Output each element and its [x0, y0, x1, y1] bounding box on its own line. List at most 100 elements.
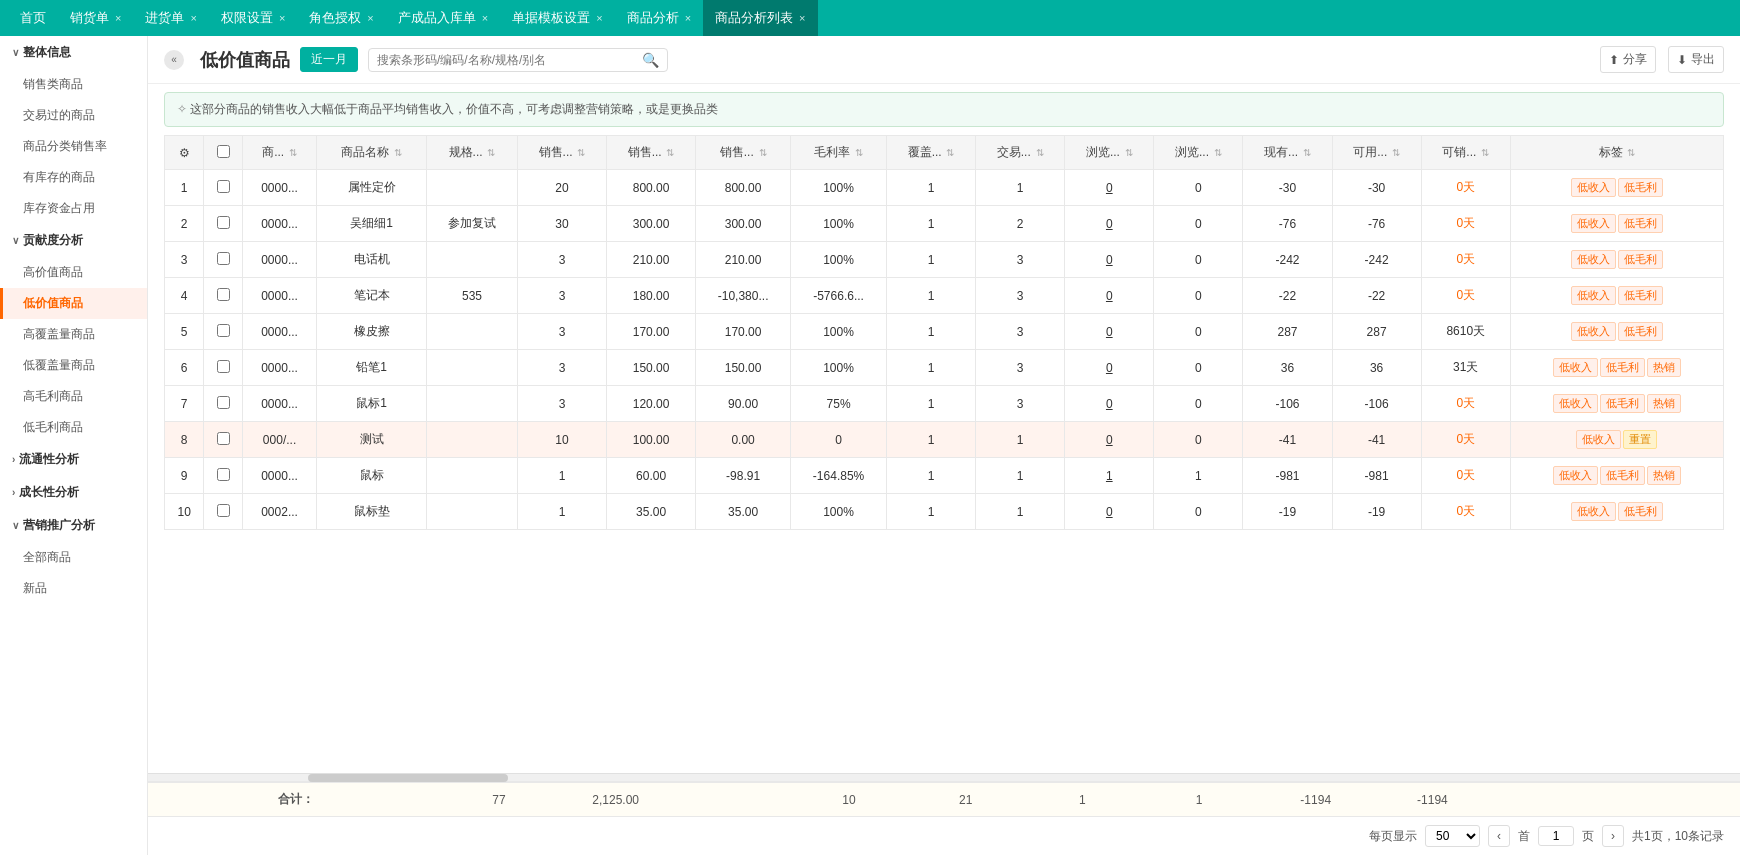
cell-view1[interactable]: 0	[1065, 386, 1154, 422]
cell-view1[interactable]: 0	[1065, 314, 1154, 350]
current-page-input[interactable]	[1538, 826, 1574, 846]
col-header-sale_qty[interactable]: 销售... ⇅	[517, 136, 606, 170]
scrollbar-thumb[interactable]	[308, 774, 508, 782]
cell-view1[interactable]: 0	[1065, 422, 1154, 458]
cell-view1[interactable]: 0	[1065, 494, 1154, 530]
view1-link[interactable]: 0	[1106, 361, 1113, 375]
nav-close-icon[interactable]: ×	[482, 12, 488, 24]
row-checkbox[interactable]	[217, 288, 230, 301]
sort-icon-trade[interactable]: ⇅	[1033, 147, 1044, 158]
row-checkbox[interactable]	[217, 216, 230, 229]
col-header-sale_price[interactable]: 销售... ⇅	[607, 136, 696, 170]
row-checkbox[interactable]	[217, 360, 230, 373]
gear-icon[interactable]: ⚙	[179, 146, 190, 160]
nav-item-商品分析列表[interactable]: 商品分析列表×	[703, 0, 817, 36]
sort-icon-avail[interactable]: ⇅	[1389, 147, 1400, 158]
col-header-name[interactable]: 商品名称 ⇅	[317, 136, 427, 170]
view1-link[interactable]: 0	[1106, 253, 1113, 267]
nav-close-icon[interactable]: ×	[115, 12, 121, 24]
col-header-view2[interactable]: 浏览... ⇅	[1154, 136, 1243, 170]
sidebar-group-0[interactable]: ∨ 整体信息	[0, 36, 147, 69]
sort-icon-stock[interactable]: ⇅	[1300, 147, 1311, 158]
cell-view1[interactable]: 0	[1065, 242, 1154, 278]
export-button[interactable]: ⬇ 导出	[1668, 46, 1724, 73]
view1-link[interactable]: 0	[1106, 433, 1113, 447]
col-header-spec[interactable]: 规格... ⇅	[427, 136, 518, 170]
row-checkbox[interactable]	[217, 504, 230, 517]
row-checkbox[interactable]	[217, 252, 230, 265]
nav-item-角色授权[interactable]: 角色授权×	[297, 0, 385, 36]
nav-item-权限设置[interactable]: 权限设置×	[209, 0, 297, 36]
nav-item-销货单[interactable]: 销货单×	[58, 0, 133, 36]
sidebar-item-2-g0[interactable]: 商品分类销售率	[0, 131, 147, 162]
cell-view1[interactable]: 0	[1065, 206, 1154, 242]
next-page-btn[interactable]: ›	[1602, 825, 1624, 847]
per-page-select[interactable]: 50 20 100	[1425, 825, 1480, 847]
sort-icon-name[interactable]: ⇅	[391, 147, 402, 158]
nav-close-icon[interactable]: ×	[799, 12, 805, 24]
sidebar-item-1-g4[interactable]: 新品	[0, 573, 147, 604]
col-header-code[interactable]: 商... ⇅	[243, 136, 317, 170]
sidebar-item-0-g0[interactable]: 销售类商品	[0, 69, 147, 100]
nav-item-商品分析[interactable]: 商品分析×	[615, 0, 703, 36]
sort-icon-margin[interactable]: ⇅	[852, 147, 863, 158]
sidebar-group-3[interactable]: › 成长性分析	[0, 476, 147, 509]
sort-icon-sale_price[interactable]: ⇅	[664, 147, 675, 158]
cell-check[interactable]	[204, 206, 243, 242]
sort-icon-saleable[interactable]: ⇅	[1478, 147, 1489, 158]
sidebar-item-3-g0[interactable]: 有库存的商品	[0, 162, 147, 193]
col-header-margin[interactable]: 毛利率 ⇅	[791, 136, 887, 170]
sort-icon-code[interactable]: ⇅	[286, 147, 297, 158]
nav-item-进货单[interactable]: 进货单×	[133, 0, 208, 36]
col-header-coverage[interactable]: 覆盖... ⇅	[887, 136, 976, 170]
sidebar-item-5-g1[interactable]: 低毛利商品	[0, 412, 147, 443]
cell-view1[interactable]: 0	[1065, 350, 1154, 386]
nav-close-icon[interactable]: ×	[279, 12, 285, 24]
col-header-tags[interactable]: 标签 ⇅	[1510, 136, 1723, 170]
view1-link[interactable]: 0	[1106, 217, 1113, 231]
nav-close-icon[interactable]: ×	[596, 12, 602, 24]
share-button[interactable]: ⬆ 分享	[1600, 46, 1656, 73]
col-header-avail[interactable]: 可用... ⇅	[1332, 136, 1421, 170]
sidebar-item-3-g1[interactable]: 低覆盖量商品	[0, 350, 147, 381]
search-icon[interactable]: 🔍	[642, 52, 659, 68]
sort-icon-coverage[interactable]: ⇅	[944, 147, 955, 158]
sidebar-collapse-btn[interactable]: «	[164, 50, 184, 70]
cell-view1[interactable]: 1	[1065, 458, 1154, 494]
view1-link[interactable]: 0	[1106, 181, 1113, 195]
sidebar-item-4-g0[interactable]: 库存资金占用	[0, 193, 147, 224]
row-checkbox[interactable]	[217, 180, 230, 193]
cell-check[interactable]	[204, 170, 243, 206]
sidebar-item-4-g1[interactable]: 高毛利商品	[0, 381, 147, 412]
col-header-stock[interactable]: 现有... ⇅	[1243, 136, 1332, 170]
cell-check[interactable]	[204, 314, 243, 350]
nav-item-产成品入库单[interactable]: 产成品入库单×	[386, 0, 500, 36]
sort-icon-sale_amount[interactable]: ⇅	[756, 147, 767, 158]
cell-check[interactable]	[204, 278, 243, 314]
cell-view1[interactable]: 0	[1065, 170, 1154, 206]
row-checkbox[interactable]	[217, 324, 230, 337]
view1-link[interactable]: 0	[1106, 289, 1113, 303]
sidebar-group-1[interactable]: ∨ 贡献度分析	[0, 224, 147, 257]
col-header-trade[interactable]: 交易... ⇅	[976, 136, 1065, 170]
col-header-saleable[interactable]: 可销... ⇅	[1421, 136, 1510, 170]
sidebar-item-0-g1[interactable]: 高价值商品	[0, 257, 147, 288]
sidebar-item-1-g0[interactable]: 交易过的商品	[0, 100, 147, 131]
row-checkbox[interactable]	[217, 468, 230, 481]
cell-check[interactable]	[204, 386, 243, 422]
sidebar-group-2[interactable]: › 流通性分析	[0, 443, 147, 476]
sort-icon-sale_qty[interactable]: ⇅	[575, 147, 586, 158]
cell-check[interactable]	[204, 494, 243, 530]
nav-item-首页[interactable]: 首页	[8, 0, 58, 36]
sidebar-item-1-g1[interactable]: 低价值商品	[0, 288, 147, 319]
sort-icon-view2[interactable]: ⇅	[1211, 147, 1222, 158]
sort-icon-view1[interactable]: ⇅	[1122, 147, 1133, 158]
select-all-checkbox[interactable]	[217, 145, 230, 158]
cell-view1[interactable]: 0	[1065, 278, 1154, 314]
cell-check[interactable]	[204, 350, 243, 386]
tab-recent-month[interactable]: 近一月	[300, 47, 358, 72]
horizontal-scrollbar[interactable]	[148, 773, 1740, 781]
row-checkbox[interactable]	[217, 396, 230, 409]
sort-icon-spec[interactable]: ⇅	[485, 147, 496, 158]
col-header-view1[interactable]: 浏览... ⇅	[1065, 136, 1154, 170]
